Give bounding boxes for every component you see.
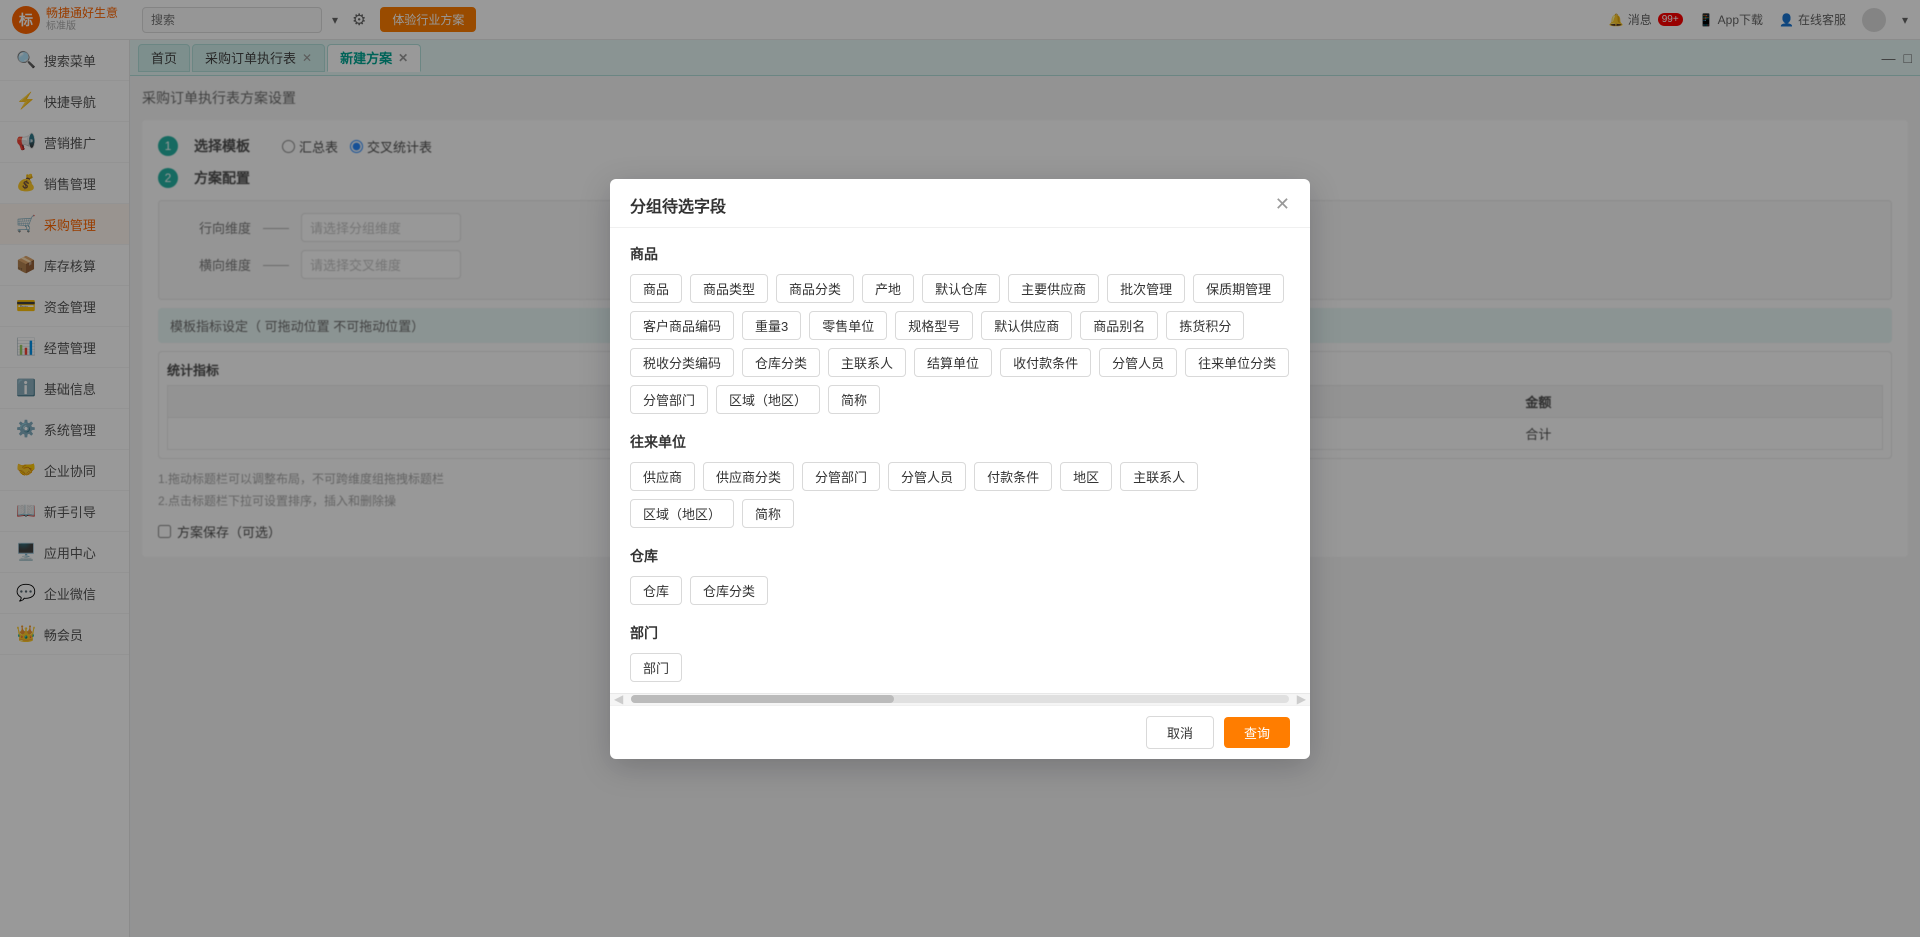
field-tags-partner: 供应商供应商分类分管部门分管人员付款条件地区主联系人区域（地区） 简称 [630,462,1290,528]
section-title-warehouse: 仓库 [630,546,1290,566]
field-tag-warehouse-0[interactable]: 仓库 [630,576,682,605]
field-tag-goods-0[interactable]: 商品 [630,274,682,303]
field-section-department: 部门部门 [630,623,1290,682]
field-tag-goods-14[interactable]: 拣货积分 [1166,311,1244,340]
dialog-scroll-track[interactable] [631,695,1289,703]
section-title-department: 部门 [630,623,1290,643]
dialog-scroll-thumb [631,695,894,703]
field-tag-warehouse-1[interactable]: 仓库分类 [690,576,768,605]
dialog: 分组待选字段 ✕ 商品商品商品类型商品分类产地默认仓库主要供应商批次管理保质期管… [610,179,1310,759]
field-tag-goods-16[interactable]: 仓库分类 [742,348,820,377]
field-tag-goods-11[interactable]: 规格型号 [895,311,973,340]
field-tag-goods-17[interactable]: 主联系人 [828,348,906,377]
dialog-close-button[interactable]: ✕ [1275,194,1290,215]
field-tag-goods-6[interactable]: 批次管理 [1107,274,1185,303]
field-tag-goods-7[interactable]: 保质期管理 [1193,274,1284,303]
field-tag-goods-13[interactable]: 商品别名 [1080,311,1158,340]
field-tag-goods-2[interactable]: 商品分类 [776,274,854,303]
field-tag-partner-7[interactable]: 区域（地区） [630,499,734,528]
field-section-warehouse: 仓库仓库仓库分类 [630,546,1290,605]
field-tag-partner-6[interactable]: 主联系人 [1120,462,1198,491]
dialog-header: 分组待选字段 ✕ [610,179,1310,228]
field-tag-goods-18[interactable]: 结算单位 [914,348,992,377]
field-tag-department-0[interactable]: 部门 [630,653,682,682]
field-tag-goods-23[interactable]: 区域（地区） [716,385,820,414]
field-tag-goods-9[interactable]: 重量3 [742,311,801,340]
field-tag-goods-8[interactable]: 客户商品编码 [630,311,734,340]
field-tag-partner-2[interactable]: 分管部门 [802,462,880,491]
field-tag-partner-5[interactable]: 地区 [1060,462,1112,491]
field-section-partner: 往来单位供应商供应商分类分管部门分管人员付款条件地区主联系人区域（地区） 简称 [630,432,1290,528]
field-tag-goods-4[interactable]: 默认仓库 [922,274,1000,303]
dialog-footer: 取消 查询 [610,705,1310,759]
field-tag-goods-12[interactable]: 默认供应商 [981,311,1072,340]
dialog-body: 商品商品商品类型商品分类产地默认仓库主要供应商批次管理保质期管理客户商品编码重量… [610,228,1310,693]
field-tag-goods-3[interactable]: 产地 [862,274,914,303]
field-tag-goods-1[interactable]: 商品类型 [690,274,768,303]
field-tags-department: 部门 [630,653,1290,682]
dialog-title: 分组待选字段 [630,193,726,217]
field-tag-goods-22[interactable]: 分管部门 [630,385,708,414]
section-title-goods: 商品 [630,244,1290,264]
field-section-goods: 商品商品商品类型商品分类产地默认仓库主要供应商批次管理保质期管理客户商品编码重量… [630,244,1290,414]
field-tag-goods-19[interactable]: 收付款条件 [1000,348,1091,377]
field-tag-partner-0[interactable]: 供应商 [630,462,695,491]
field-tags-goods: 商品商品类型商品分类产地默认仓库主要供应商批次管理保质期管理客户商品编码重量3 零… [630,274,1290,414]
section-title-partner: 往来单位 [630,432,1290,452]
confirm-button[interactable]: 查询 [1224,717,1290,748]
dialog-overlay: 分组待选字段 ✕ 商品商品商品类型商品分类产地默认仓库主要供应商批次管理保质期管… [0,0,1920,937]
field-tag-goods-5[interactable]: 主要供应商 [1008,274,1099,303]
field-tag-goods-24[interactable]: 简称 [828,385,880,414]
field-tag-goods-10[interactable]: 零售单位 [809,311,887,340]
field-tag-partner-1[interactable]: 供应商分类 [703,462,794,491]
field-tags-warehouse: 仓库仓库分类 [630,576,1290,605]
field-tag-goods-15[interactable]: 税收分类编码 [630,348,734,377]
field-tag-goods-21[interactable]: 往来单位分类 [1185,348,1289,377]
field-tag-goods-20[interactable]: 分管人员 [1099,348,1177,377]
field-tag-partner-8[interactable]: 简称 [742,499,794,528]
dialog-scroll-bottom: ◀ ▶ [610,693,1310,705]
field-tag-partner-4[interactable]: 付款条件 [974,462,1052,491]
cancel-button[interactable]: 取消 [1146,716,1214,749]
field-tag-partner-3[interactable]: 分管人员 [888,462,966,491]
